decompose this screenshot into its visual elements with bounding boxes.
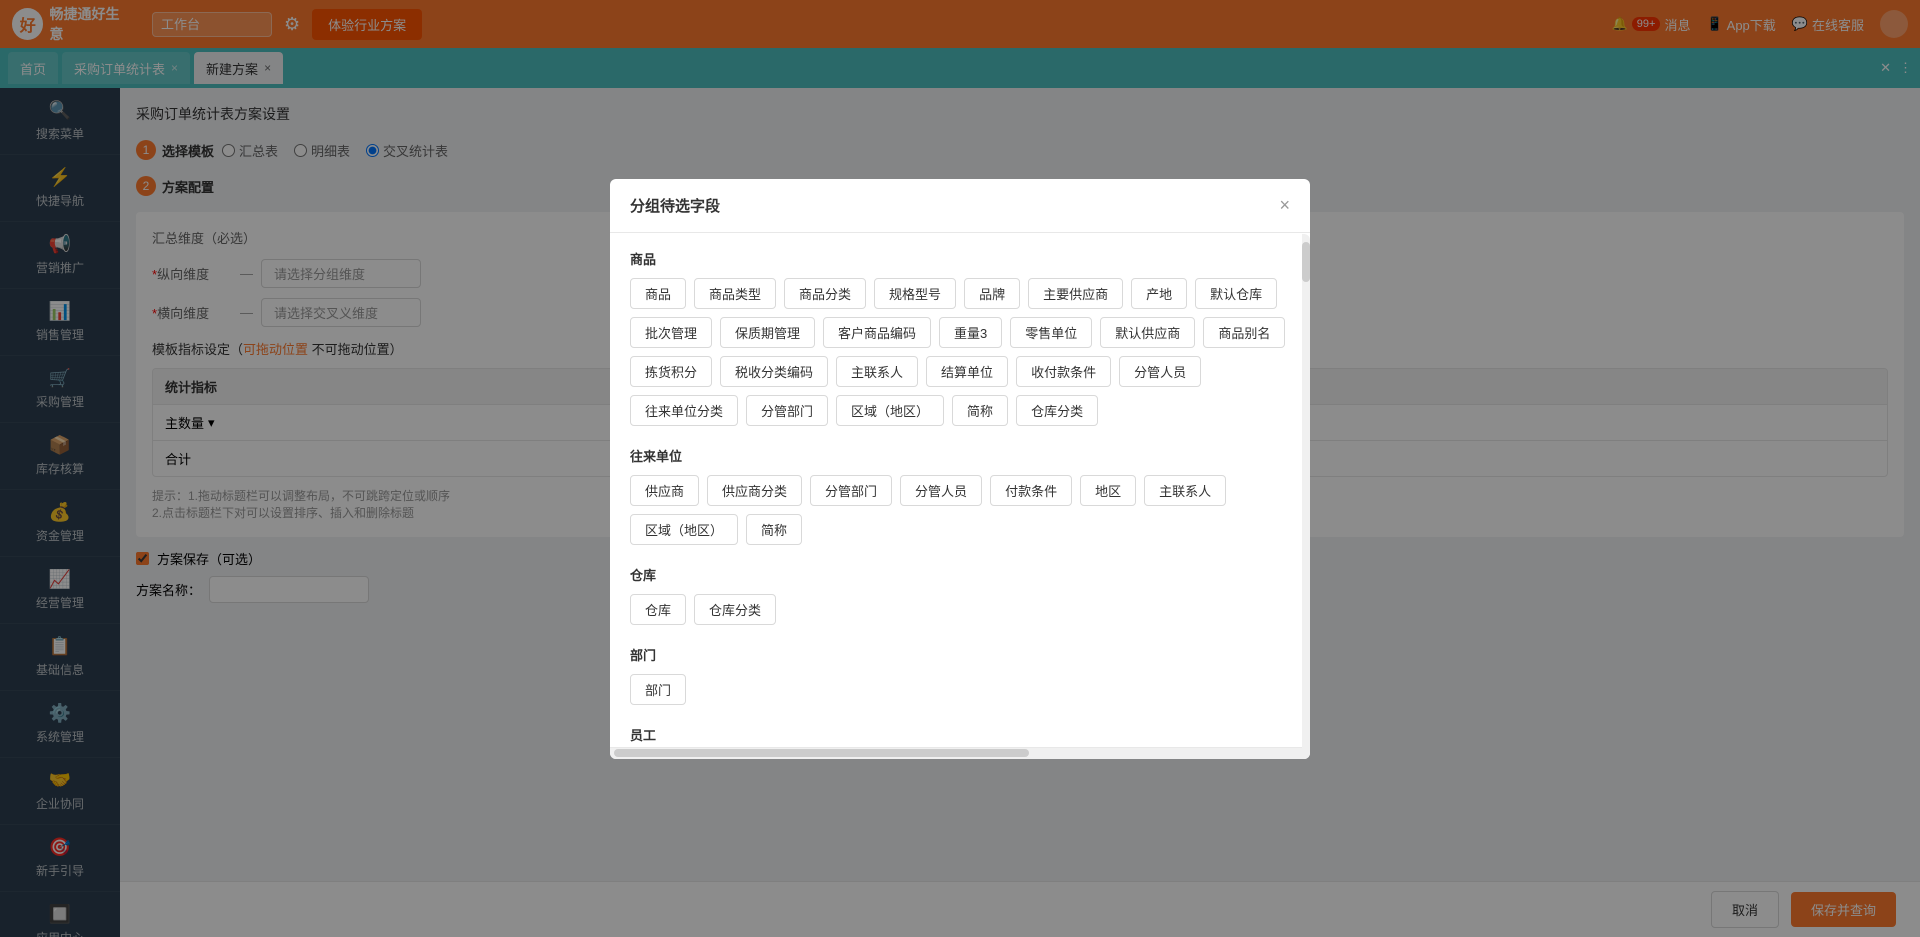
tag-supplier-category[interactable]: 供应商分类: [707, 475, 802, 506]
tag-short-name2[interactable]: 简称: [746, 514, 802, 545]
tag-area[interactable]: 地区: [1080, 475, 1136, 506]
section-partner: 往来单位 供应商 供应商分类 分管部门 分管人员 付款条件 地区 主联系人 区域…: [630, 446, 1290, 545]
tag-goods-type[interactable]: 商品类型: [694, 278, 776, 309]
modal-overlay: 分组待选字段 × 商品 商品 商品类型 商品分类 规格型号 品牌 主要供应商 产…: [0, 0, 1920, 937]
tag-tax-code[interactable]: 税收分类编码: [720, 356, 828, 387]
tag-batch-mgmt[interactable]: 批次管理: [630, 317, 712, 348]
tag-payment-cond[interactable]: 付款条件: [990, 475, 1072, 506]
tag-retail-unit[interactable]: 零售单位: [1010, 317, 1092, 348]
tag-region[interactable]: 区域（地区）: [836, 395, 944, 426]
section-warehouse-title: 仓库: [630, 565, 1290, 584]
hscroll-thumb: [614, 749, 1029, 757]
tag-mgmt-person[interactable]: 分管人员: [900, 475, 982, 506]
tag-goods-category[interactable]: 商品分类: [784, 278, 866, 309]
tag-default-warehouse[interactable]: 默认仓库: [1195, 278, 1277, 309]
tag-mgmt-dept[interactable]: 分管部门: [810, 475, 892, 506]
tag-wh-category[interactable]: 仓库分类: [1016, 395, 1098, 426]
section-goods: 商品 商品 商品类型 商品分类 规格型号 品牌 主要供应商 产地 默认仓库 批次…: [630, 249, 1290, 426]
modal-vscrollbar-track: [1302, 234, 1310, 759]
tag-brand[interactable]: 品牌: [964, 278, 1020, 309]
modal-vscrollbar-thumb[interactable]: [1302, 242, 1310, 282]
tag-region2[interactable]: 区域（地区）: [630, 514, 738, 545]
tag-goods-alias[interactable]: 商品别名: [1203, 317, 1285, 348]
tag-main-contact2[interactable]: 主联系人: [1144, 475, 1226, 506]
tag-weight3[interactable]: 重量3: [939, 317, 1002, 348]
modal: 分组待选字段 × 商品 商品 商品类型 商品分类 规格型号 品牌 主要供应商 产…: [610, 179, 1310, 759]
tag-warehouse[interactable]: 仓库: [630, 594, 686, 625]
tag-dept-mgr[interactable]: 分管人员: [1119, 356, 1201, 387]
tag-warehouse-category[interactable]: 仓库分类: [694, 594, 776, 625]
section-employee: 员工 业务员: [630, 725, 1290, 747]
section-goods-tags: 商品 商品类型 商品分类 规格型号 品牌 主要供应商 产地 默认仓库 批次管理 …: [630, 278, 1290, 426]
tag-dept[interactable]: 分管部门: [746, 395, 828, 426]
section-department-tags: 部门: [630, 674, 1290, 705]
tag-department[interactable]: 部门: [630, 674, 686, 705]
tag-main-supplier[interactable]: 主要供应商: [1028, 278, 1123, 309]
tag-default-supplier[interactable]: 默认供应商: [1100, 317, 1195, 348]
modal-close-button[interactable]: ×: [1279, 195, 1290, 216]
tag-goods[interactable]: 商品: [630, 278, 686, 309]
modal-hscrollbar[interactable]: [610, 747, 1310, 759]
tag-shelf-life[interactable]: 保质期管理: [720, 317, 815, 348]
tag-partner-category[interactable]: 往来单位分类: [630, 395, 738, 426]
section-warehouse: 仓库 仓库 仓库分类: [630, 565, 1290, 625]
section-goods-title: 商品: [630, 249, 1290, 268]
tag-customer-code[interactable]: 客户商品编码: [823, 317, 931, 348]
section-employee-title: 员工: [630, 725, 1290, 744]
tag-payment-terms[interactable]: 收付款条件: [1016, 356, 1111, 387]
modal-body: 商品 商品 商品类型 商品分类 规格型号 品牌 主要供应商 产地 默认仓库 批次…: [610, 233, 1310, 747]
tag-spec-model[interactable]: 规格型号: [874, 278, 956, 309]
section-partner-tags: 供应商 供应商分类 分管部门 分管人员 付款条件 地区 主联系人 区域（地区） …: [630, 475, 1290, 545]
section-partner-title: 往来单位: [630, 446, 1290, 465]
tag-pick-points[interactable]: 拣货积分: [630, 356, 712, 387]
tag-short-name[interactable]: 简称: [952, 395, 1008, 426]
tag-origin[interactable]: 产地: [1131, 278, 1187, 309]
modal-title: 分组待选字段: [630, 195, 720, 216]
tag-supplier[interactable]: 供应商: [630, 475, 699, 506]
section-warehouse-tags: 仓库 仓库分类: [630, 594, 1290, 625]
tag-main-contact[interactable]: 主联系人: [836, 356, 918, 387]
section-department-title: 部门: [630, 645, 1290, 664]
section-department: 部门 部门: [630, 645, 1290, 705]
tag-settlement-unit[interactable]: 结算单位: [926, 356, 1008, 387]
modal-header: 分组待选字段 ×: [610, 179, 1310, 233]
